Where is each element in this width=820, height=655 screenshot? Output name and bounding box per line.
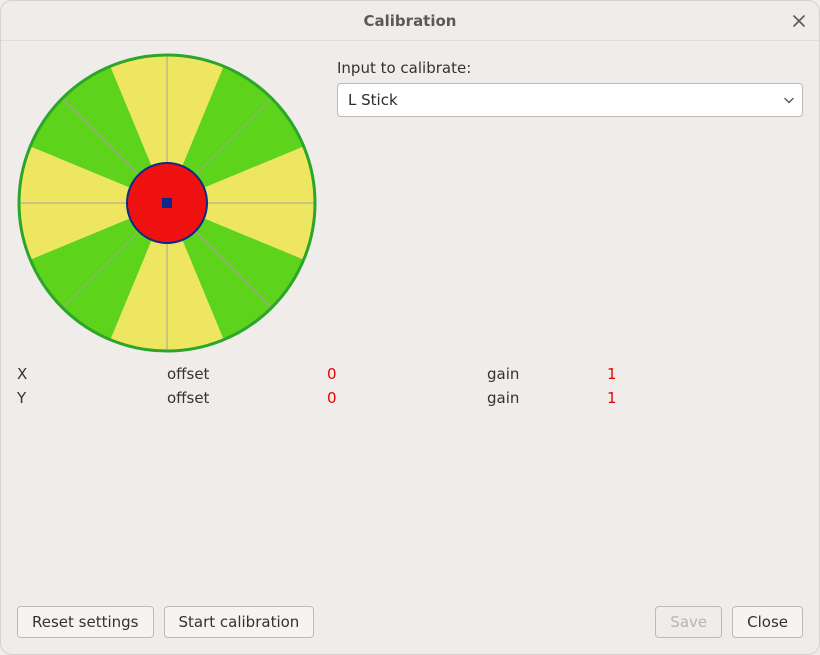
footer-spacer [324, 606, 645, 638]
axes-table: X offset 0 gain 1 Y offset 0 gain 1 [17, 365, 803, 407]
axis-row-x-name: X [17, 365, 167, 383]
titlebar: Calibration [1, 1, 819, 41]
close-icon[interactable] [789, 11, 809, 31]
axis-row-x-gain-label: gain [487, 365, 607, 383]
input-select-label: Input to calibrate: [337, 59, 803, 77]
footer-bar: Reset settings Start calibration Save Cl… [1, 596, 819, 654]
window-title: Calibration [364, 12, 457, 30]
content-area: Input to calibrate: L Stick X offset 0 g… [1, 41, 819, 596]
axis-row-y-name: Y [17, 389, 167, 407]
axis-row-x-gain-value: 1 [607, 365, 707, 383]
chevron-down-icon [784, 94, 794, 107]
axis-row-y-gain-value: 1 [607, 389, 707, 407]
stick-visual [17, 53, 317, 353]
axis-row-x-offset-label: offset [167, 365, 327, 383]
axis-row-y-gain-label: gain [487, 389, 607, 407]
reset-settings-button[interactable]: Reset settings [17, 606, 154, 638]
axis-row-y-offset-value: 0 [327, 389, 487, 407]
axis-row-x-offset-value: 0 [327, 365, 487, 383]
input-select-group: Input to calibrate: L Stick [337, 53, 803, 117]
save-button: Save [655, 606, 722, 638]
input-select[interactable]: L Stick [337, 83, 803, 117]
axis-row-y-offset-label: offset [167, 389, 327, 407]
calibration-window: Calibration [0, 0, 820, 655]
upper-row: Input to calibrate: L Stick [17, 53, 803, 353]
close-button[interactable]: Close [732, 606, 803, 638]
input-select-value: L Stick [348, 91, 398, 109]
stick-visual-panel [17, 53, 317, 353]
start-calibration-button[interactable]: Start calibration [164, 606, 315, 638]
